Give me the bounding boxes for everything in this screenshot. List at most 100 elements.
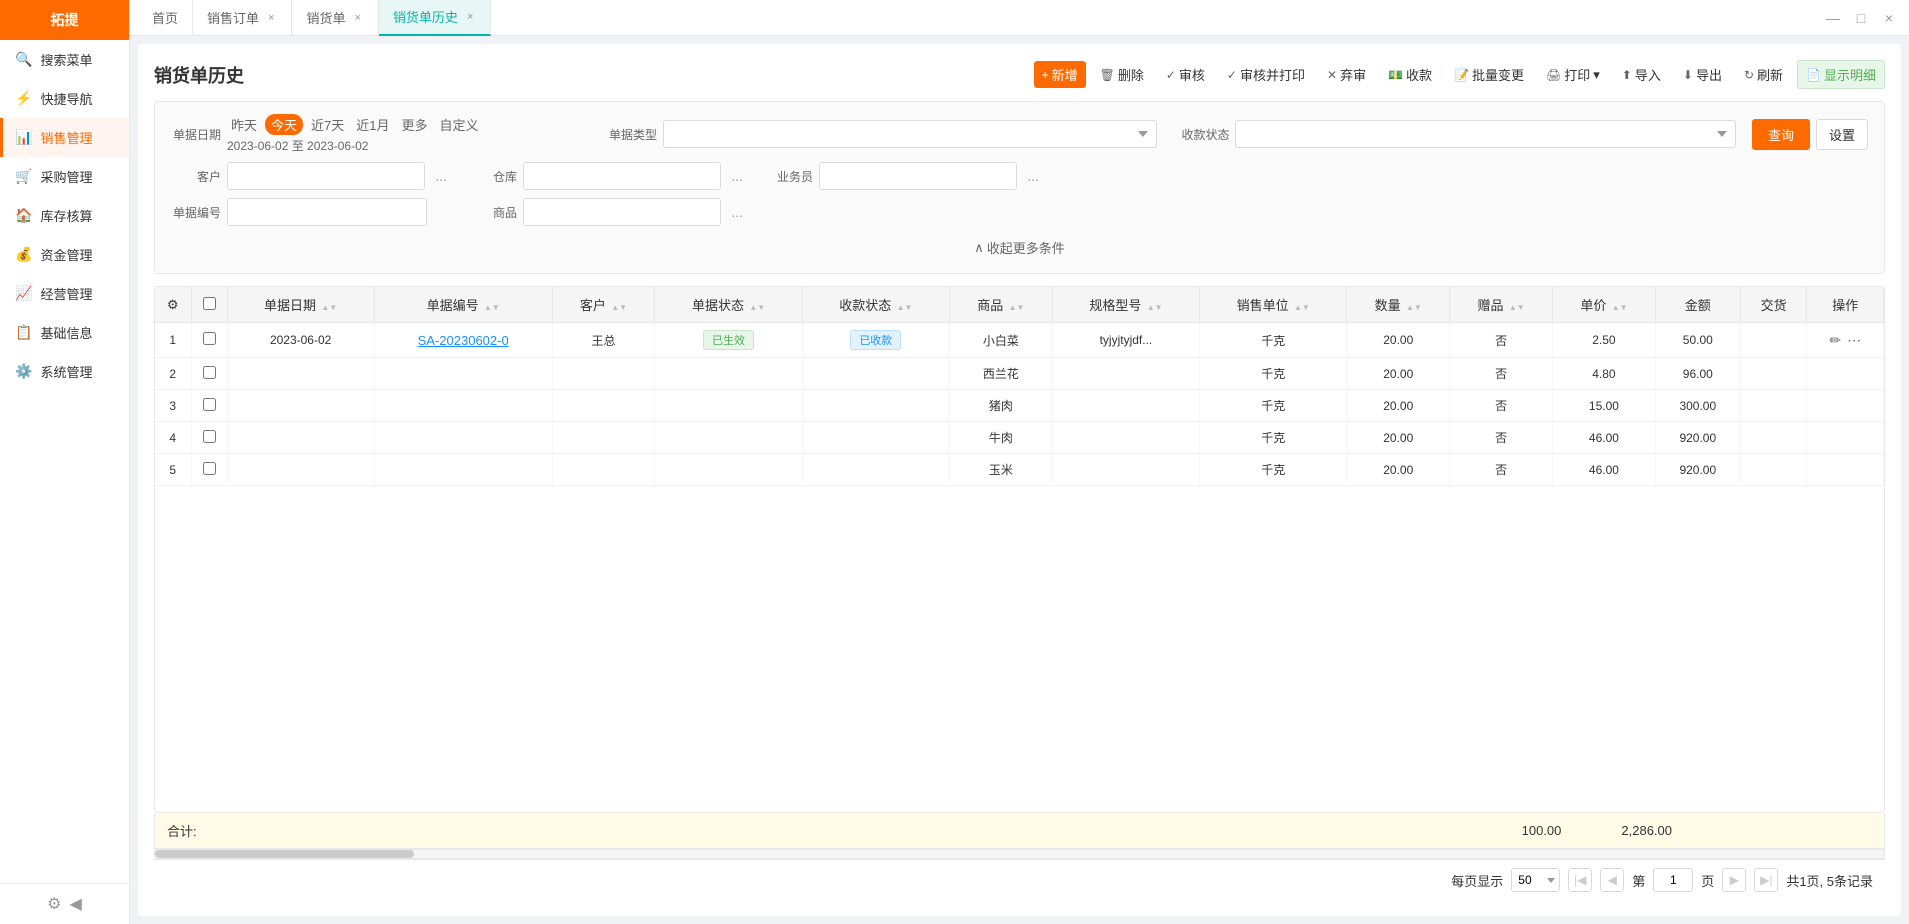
collect-status-select[interactable] <box>1235 120 1735 148</box>
row-checkbox[interactable] <box>191 454 227 486</box>
page-title: 销货单历史 <box>154 62 244 88</box>
next-page-btn[interactable]: ▶ <box>1722 868 1746 892</box>
sidebar-settings-btn[interactable]: ⚙ <box>47 894 61 914</box>
collect-icon: 💵 <box>1388 68 1403 82</box>
set-btn[interactable]: 设置 <box>1816 119 1868 150</box>
sidebar-item-search-menu[interactable]: 🔍 搜索菜单 <box>0 40 129 79</box>
row-select-checkbox[interactable] <box>203 430 216 443</box>
col-customer[interactable]: 客户 ▲▼ <box>552 287 655 323</box>
col-transaction[interactable]: 交货 <box>1740 287 1807 323</box>
close-btn[interactable]: × <box>1877 6 1901 30</box>
date-today[interactable]: 今天 <box>265 114 303 135</box>
row-select-checkbox[interactable] <box>203 332 216 345</box>
date-7days[interactable]: 近7天 <box>307 114 348 135</box>
cell-doc-number[interactable]: SA-20230602-0 <box>374 323 552 358</box>
sidebar-item-finance-mgmt[interactable]: 💰 资金管理 <box>0 235 129 274</box>
scrollbar-thumb[interactable] <box>155 850 414 858</box>
col-goods[interactable]: 商品 ▲▼ <box>949 287 1052 323</box>
row-select-checkbox[interactable] <box>203 462 216 475</box>
sidebar-item-inventory-calc[interactable]: 🏠 库存核算 <box>0 196 129 235</box>
doc-type-select[interactable] <box>663 120 1157 148</box>
tab-sales-history[interactable]: 销货单历史 × <box>379 0 491 36</box>
col-collect-status[interactable]: 收款状态 ▲▼ <box>802 287 949 323</box>
row-checkbox[interactable] <box>191 422 227 454</box>
date-more[interactable]: 更多 <box>398 114 432 135</box>
doc-number-input[interactable] <box>227 198 427 226</box>
date-custom[interactable]: 自定义 <box>436 114 483 135</box>
tab-home[interactable]: 首页 <box>138 0 193 36</box>
doc-number-link[interactable]: SA-20230602-0 <box>418 333 509 348</box>
new-btn[interactable]: + 新增 <box>1034 61 1086 88</box>
cell-quantity: 20.00 <box>1347 454 1450 486</box>
sidebar-item-basic-info[interactable]: 📋 基础信息 <box>0 313 129 352</box>
delete-btn[interactable]: 🗑 删除 <box>1092 61 1152 88</box>
scrollbar-area[interactable] <box>154 849 1885 859</box>
maximize-btn[interactable]: □ <box>1849 6 1873 30</box>
cell-quantity: 20.00 <box>1347 390 1450 422</box>
col-doc-date[interactable]: 单据日期 ▲▼ <box>227 287 374 323</box>
show-detail-btn[interactable]: 📄 显示明细 <box>1797 60 1885 89</box>
sidebar-item-purchase-mgmt[interactable]: 🛒 采购管理 <box>0 157 129 196</box>
col-unit-price[interactable]: 单价 ▲▼ <box>1553 287 1656 323</box>
audit-btn[interactable]: ✓ 审核 <box>1158 61 1213 88</box>
edit-icon[interactable]: ✏ <box>1829 332 1841 349</box>
tab-sales-history-close[interactable]: × <box>464 10 476 24</box>
prev-page-btn[interactable]: ◀ <box>1600 868 1624 892</box>
col-quantity[interactable]: 数量 ▲▼ <box>1347 287 1450 323</box>
tab-sales-goods-close[interactable]: × <box>351 11 363 25</box>
customer-ellipsis[interactable]: ... <box>431 168 451 184</box>
collect-btn[interactable]: 💵 收款 <box>1380 61 1440 88</box>
page-number-input[interactable] <box>1653 868 1693 892</box>
salesperson-ellipsis[interactable]: ... <box>1023 168 1043 184</box>
row-checkbox[interactable] <box>191 358 227 390</box>
tab-sales-history-label: 销货单历史 <box>393 7 458 26</box>
collapse-label: 收起更多条件 <box>987 238 1065 257</box>
refresh-label: 刷新 <box>1757 65 1783 84</box>
col-sales-unit[interactable]: 销售单位 ▲▼ <box>1200 287 1347 323</box>
first-page-btn[interactable]: |◀ <box>1568 868 1592 892</box>
customer-input[interactable] <box>227 162 425 190</box>
last-page-btn[interactable]: ▶| <box>1754 868 1778 892</box>
sidebar-collapse-btn[interactable]: ◀ <box>70 894 82 914</box>
tab-sales-order-close[interactable]: × <box>265 11 277 25</box>
collapse-btn[interactable]: ∧ 收起更多条件 <box>970 234 1069 261</box>
sidebar-item-sales-mgmt[interactable]: 📊 销售管理 <box>0 118 129 157</box>
row-checkbox[interactable] <box>191 390 227 422</box>
per-page-select[interactable]: 50 10 20 100 <box>1511 868 1560 892</box>
more-icon[interactable]: ⋯ <box>1847 332 1861 349</box>
salesperson-input[interactable] <box>819 162 1017 190</box>
tab-sales-order[interactable]: 销售订单 × <box>193 0 292 36</box>
col-spec-type[interactable]: 规格型号 ▲▼ <box>1052 287 1199 323</box>
refresh-btn[interactable]: ↻ 刷新 <box>1736 61 1791 88</box>
tab-sales-goods[interactable]: 销货单 × <box>292 0 378 36</box>
batch-change-btn[interactable]: 📝 批量变更 <box>1446 61 1532 88</box>
col-amount[interactable]: 金额 <box>1655 287 1740 323</box>
col-settings[interactable]: ⚙ <box>155 287 191 323</box>
export-btn[interactable]: ⬇ 导出 <box>1675 61 1730 88</box>
warehouse-input[interactable] <box>523 162 721 190</box>
select-all-checkbox[interactable] <box>203 297 216 310</box>
minimize-btn[interactable]: — <box>1821 6 1845 30</box>
print-btn[interactable]: 🖨 打印 ▾ <box>1538 61 1608 88</box>
col-gift[interactable]: 赠品 ▲▼ <box>1450 287 1553 323</box>
import-btn[interactable]: ⬆ 导入 <box>1614 61 1669 88</box>
date-yesterday[interactable]: 昨天 <box>227 114 261 135</box>
sidebar-item-quick-nav[interactable]: ⚡ 快捷导航 <box>0 79 129 118</box>
row-checkbox[interactable] <box>191 323 227 358</box>
row-select-checkbox[interactable] <box>203 398 216 411</box>
cell-transaction <box>1740 454 1807 486</box>
sidebar-item-operation-mgmt[interactable]: 📈 经营管理 <box>0 274 129 313</box>
abandon-btn[interactable]: ✕ 弃审 <box>1319 61 1374 88</box>
cell-doc-date: 2023-06-02 <box>227 323 374 358</box>
col-checkbox[interactable] <box>191 287 227 323</box>
query-btn[interactable]: 查询 <box>1752 119 1810 150</box>
goods-input[interactable] <box>523 198 721 226</box>
col-doc-number[interactable]: 单据编号 ▲▼ <box>374 287 552 323</box>
audit-print-btn[interactable]: ✓ 审核并打印 <box>1219 61 1313 88</box>
warehouse-ellipsis[interactable]: ... <box>727 168 747 184</box>
goods-ellipsis[interactable]: ... <box>727 204 747 220</box>
row-select-checkbox[interactable] <box>203 366 216 379</box>
date-1month[interactable]: 近1月 <box>352 114 393 135</box>
col-doc-status[interactable]: 单据状态 ▲▼ <box>655 287 802 323</box>
sidebar-item-system-mgmt[interactable]: ⚙️ 系统管理 <box>0 352 129 391</box>
